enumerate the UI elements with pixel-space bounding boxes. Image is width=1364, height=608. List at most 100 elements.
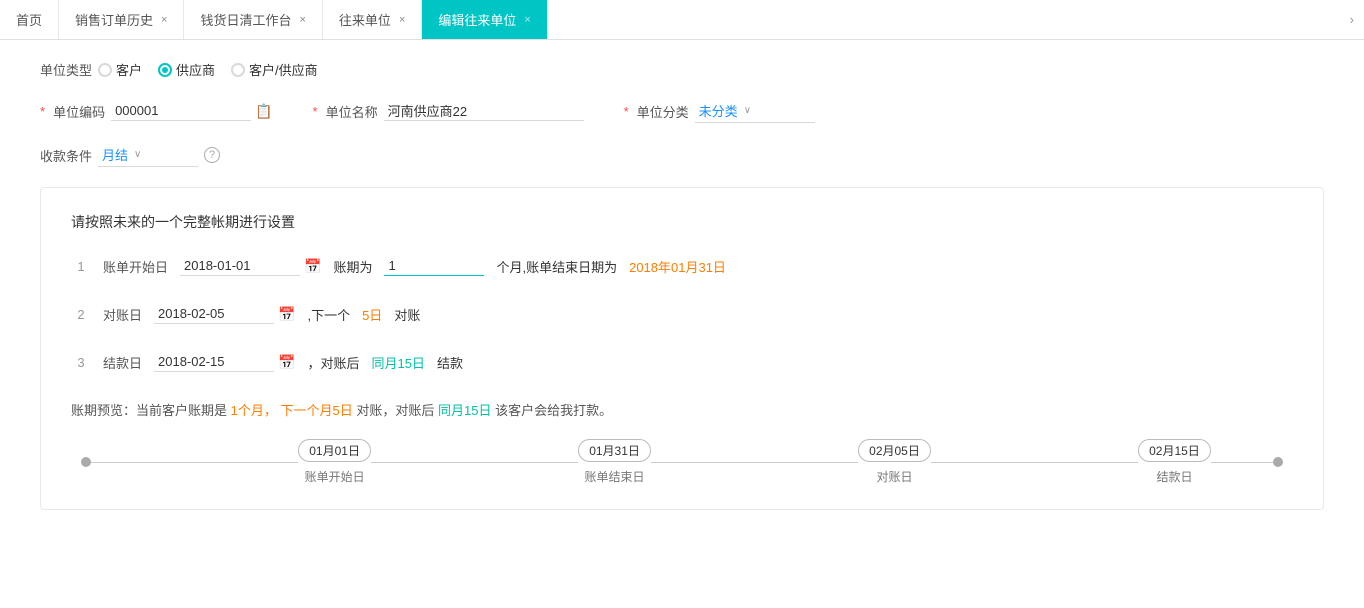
row-2-label: 对账日 [103, 305, 142, 324]
row-1-end-date: 2018年01月31日 [629, 257, 726, 276]
timeline-label-3: 对账日 [877, 468, 913, 485]
row-1-calendar-icon[interactable]: 📅 [304, 258, 321, 275]
category-group: * 单位分类 未分类 ∨ [624, 99, 815, 123]
tab-sales-history[interactable]: 销售订单历史 × [59, 0, 184, 39]
tab-partner[interactable]: 往来单位 × [323, 0, 422, 39]
payment-help-icon[interactable]: ? [204, 147, 220, 163]
code-copy-icon[interactable]: 📋 [255, 103, 272, 120]
timeline-segment-3 [651, 462, 858, 463]
timeline-dot-left [81, 457, 91, 467]
timeline-line-5 [1211, 462, 1273, 463]
row-1-num: 1 [71, 259, 91, 274]
setting-row-2: 2 对账日 📅 ,下一个 5日 对账 [71, 304, 1293, 324]
row-3-suffix: 结款 [437, 353, 463, 372]
radio-supplier[interactable]: 供应商 [158, 60, 215, 79]
tab-partner-close[interactable]: × [399, 14, 405, 26]
tab-cash-work-label: 钱货日清工作台 [200, 10, 291, 29]
row-2-date-wrapper: 📅 [154, 304, 295, 324]
category-chevron-icon: ∨ [744, 105, 751, 116]
tab-sales-history-close[interactable]: × [161, 14, 167, 26]
tab-partner-label: 往来单位 [339, 10, 391, 29]
timeline-node-3: 02月05日 对账日 [858, 439, 931, 485]
row-3-date-wrapper: 📅 [154, 352, 295, 372]
row-2-date-input[interactable] [154, 304, 274, 324]
timeline-line-1 [91, 462, 298, 463]
row-1-label: 账单开始日 [103, 257, 168, 276]
tab-cash-work[interactable]: 钱货日清工作台 × [184, 0, 322, 39]
radio-group: 客户 供应商 客户/供应商 [98, 60, 318, 79]
code-label: 单位编码 [53, 102, 105, 121]
timeline-node-2: 01月31日 账单结束日 [578, 439, 651, 485]
timeline-segment-1 [91, 462, 298, 463]
tab-bar: 首页 销售订单历史 × 钱货日清工作台 × 往来单位 × 编辑往来单位 × › [0, 0, 1364, 40]
preview-part1: 1个月， [231, 403, 277, 418]
row-3-prefix: ，对账后 [307, 353, 359, 372]
row-3-highlight: 同月15日 [371, 353, 424, 372]
tab-more-button[interactable]: › [1340, 0, 1364, 39]
preview-suffix: 该客户会给我打款。 [495, 403, 612, 418]
name-required: * [313, 104, 318, 119]
timeline: 01月01日 账单开始日 01月31日 账单结束日 02月05日 对账日 [71, 439, 1293, 485]
radio-supplier-label: 供应商 [176, 60, 215, 79]
code-group: * 单位编码 📋 [40, 101, 273, 121]
radio-customer-label: 客户 [116, 60, 142, 79]
code-input[interactable] [111, 101, 251, 121]
code-required: * [40, 104, 45, 119]
tab-edit-partner[interactable]: 编辑往来单位 × [422, 0, 547, 39]
timeline-segment-2 [371, 462, 578, 463]
timeline-line-3 [651, 462, 858, 463]
code-name-row: * 单位编码 📋 * 单位名称 * 单位分类 未分类 ∨ [40, 99, 1324, 123]
timeline-segment-4 [931, 462, 1138, 463]
name-input[interactable] [384, 101, 584, 121]
payment-row: 收款条件 月结 ∨ ? [40, 143, 1324, 167]
timeline-label-1: 账单开始日 [305, 468, 365, 485]
main-content: 单位类型 客户 供应商 客户/供应商 * 单位编码 [0, 40, 1364, 608]
row-3-label: 结款日 [103, 353, 142, 372]
setting-row-3: 3 结款日 📅 ，对账后 同月15日 结款 [71, 352, 1293, 372]
timeline-dot-right [1273, 457, 1283, 467]
radio-both-circle [231, 63, 245, 77]
preview-text: 账期预览：当前客户账期是 1个月， 下一个月5日 对账，对账后 同月15日 该客… [71, 400, 1293, 419]
tab-edit-partner-label: 编辑往来单位 [438, 10, 516, 29]
radio-customer-circle [98, 63, 112, 77]
preview-part2: 下一个月5日 [281, 403, 353, 418]
row-2-suffix: 对账 [394, 305, 420, 324]
timeline-line-2 [371, 462, 578, 463]
preview-part3: 同月15日 [438, 403, 491, 418]
chevron-right-icon: › [1350, 12, 1354, 27]
row-2-prefix: ,下一个 [307, 305, 350, 324]
timeline-badge-2: 01月31日 [578, 439, 651, 462]
row-1-suffix-before: 账期为 [333, 257, 372, 276]
name-label: 单位名称 [326, 102, 378, 121]
tab-cash-work-close[interactable]: × [299, 14, 305, 26]
timeline-badge-3: 02月05日 [858, 439, 931, 462]
row-1-period-input[interactable] [384, 256, 484, 276]
unit-type-label: 单位类型 [40, 60, 92, 79]
tab-home[interactable]: 首页 [0, 0, 59, 39]
unit-type-group: 单位类型 客户 供应商 客户/供应商 [40, 60, 318, 79]
radio-supplier-circle [158, 63, 172, 77]
code-input-wrapper: 📋 [111, 101, 272, 121]
row-1-date-input[interactable] [180, 256, 300, 276]
category-required: * [624, 104, 629, 119]
row-3-calendar-icon[interactable]: 📅 [278, 354, 295, 371]
row-3-num: 3 [71, 355, 91, 370]
row-2-highlight: 5日 [362, 305, 382, 324]
radio-both[interactable]: 客户/供应商 [231, 60, 318, 79]
category-select[interactable]: 未分类 ∨ [695, 99, 815, 123]
tab-sales-history-label: 销售订单历史 [75, 10, 153, 29]
radio-customer[interactable]: 客户 [98, 60, 142, 79]
timeline-end-dot [1273, 457, 1283, 467]
row-1-suffix-text: 个月,账单结束日期为 [496, 257, 617, 276]
category-label: 单位分类 [637, 102, 689, 121]
tab-home-label: 首页 [16, 10, 42, 29]
payment-value: 月结 [102, 145, 128, 164]
row-3-date-input[interactable] [154, 352, 274, 372]
timeline-label-2: 账单结束日 [585, 468, 645, 485]
section-title: 请按照未来的一个完整帐期进行设置 [71, 212, 1293, 232]
payment-select[interactable]: 月结 ∨ [98, 143, 198, 167]
preview-middle: 对账，对账后 [356, 403, 434, 418]
payment-group: 收款条件 月结 ∨ ? [40, 143, 220, 167]
tab-edit-partner-close[interactable]: × [524, 14, 530, 26]
row-2-calendar-icon[interactable]: 📅 [278, 306, 295, 323]
